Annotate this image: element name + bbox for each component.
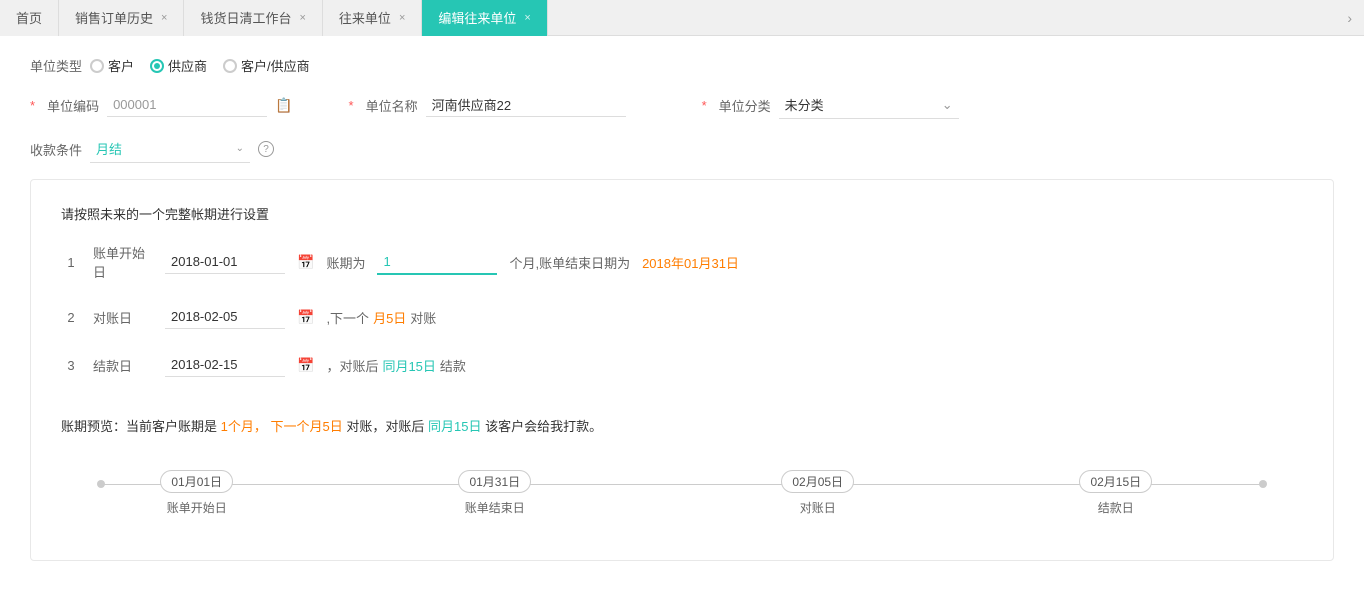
row-2-desc: ,下一个月5日对账 [326, 308, 436, 327]
radio-both-circle [223, 59, 237, 73]
row-2-calendar-icon[interactable]: 📅 [297, 309, 314, 326]
setting-row-3: 3 结款日 📅 ，对账后同月15日结款 [61, 353, 1303, 377]
unit-name-input[interactable] [426, 93, 626, 117]
unit-type-radio-group: 客户 供应商 客户/供应商 [90, 56, 310, 75]
timeline-badge-1: 01月01日 [160, 470, 233, 493]
timeline-point-2: 01月31日 账单结束日 [458, 470, 531, 516]
timeline-label-2: 账单结束日 [465, 499, 525, 516]
unit-code-label: 单位编码 [47, 96, 99, 115]
payment-terms-value: 月结 [96, 139, 230, 158]
unit-code-input[interactable] [107, 93, 267, 117]
unit-category-value: 未分类 [785, 95, 934, 114]
row-3-calendar-icon[interactable]: 📅 [297, 357, 314, 374]
tab-cash-work-label: 钱货日清工作台 [200, 8, 291, 27]
row-3-num: 3 [61, 358, 81, 373]
tab-cash-work-close[interactable]: × [299, 12, 305, 24]
row-2-desc-suffix: 对账 [410, 308, 436, 327]
radio-both-label: 客户/供应商 [241, 56, 310, 75]
row-2-num: 2 [61, 310, 81, 325]
row-3-desc: ，对账后同月15日结款 [326, 356, 466, 375]
category-chevron-icon: ⌄ [942, 97, 953, 113]
preview-label: 账期预览：当前客户账期是 [61, 419, 217, 434]
row-3-desc-highlight: 同月15日 [382, 356, 435, 375]
tab-edit-contacts-label: 编辑往来单位 [438, 8, 516, 27]
tab-edit-contacts[interactable]: 编辑往来单位 × [422, 0, 547, 36]
timeline-label-4: 结款日 [1098, 499, 1134, 516]
row-3-label: 结款日 [93, 356, 153, 375]
radio-customer-circle [90, 59, 104, 73]
preview-end: 该客户会给我打款。 [485, 419, 602, 434]
radio-customer-label: 客户 [108, 56, 134, 75]
timeline-badge-4: 02月15日 [1079, 470, 1152, 493]
row-3-date-input[interactable] [165, 353, 285, 377]
timeline-label-3: 对账日 [800, 499, 836, 516]
row-1-period-label: 账期为 [326, 253, 365, 272]
row-1-end-date: 2018年01月31日 [642, 253, 739, 272]
unit-name-label: 单位名称 [366, 96, 418, 115]
preview-check: 下一个月5日 [271, 419, 343, 434]
preview-mid: 对账，对账后 [346, 419, 424, 434]
row-2-desc-prefix: ,下一个 [326, 308, 369, 327]
radio-supplier-label: 供应商 [168, 56, 207, 75]
name-required: * [349, 98, 354, 113]
timeline-section: 01月01日 账单开始日 01月31日 账单结束日 02月05日 对账日 02月… [61, 446, 1303, 536]
tab-contacts-close[interactable]: × [399, 12, 405, 24]
unit-info-row: * 单位编码 📋 * 单位名称 * 单位分类 未分类 ⌄ [30, 91, 1334, 119]
tab-cash-work[interactable]: 钱货日清工作台 × [184, 0, 322, 36]
unit-type-label: 单位类型 [30, 56, 82, 75]
tab-home-label: 首页 [16, 8, 42, 27]
unit-code-calendar-icon[interactable]: 📋 [275, 97, 292, 114]
payment-terms-row: 收款条件 月结 ⌄ ? [30, 135, 1334, 163]
radio-customer[interactable]: 客户 [90, 56, 134, 75]
timeline-point-1: 01月01日 账单开始日 [160, 470, 233, 516]
unit-category-select[interactable]: 未分类 ⌄ [779, 91, 959, 119]
tab-more-arrow[interactable]: › [1335, 10, 1364, 26]
settings-card: 请按照未来的一个完整帐期进行设置 1 账单开始日 📅 账期为 个月,账单结束日期… [30, 179, 1334, 561]
tab-sales-history-close[interactable]: × [161, 12, 167, 24]
row-1-period-input[interactable] [377, 250, 497, 275]
tab-contacts[interactable]: 往来单位 × [323, 0, 422, 36]
row-2-label: 对账日 [93, 308, 153, 327]
code-required: * [30, 98, 35, 113]
category-required: * [702, 98, 707, 113]
timeline-label-1: 账单开始日 [167, 499, 227, 516]
payment-terms-help-icon[interactable]: ? [258, 141, 274, 157]
tab-sales-history-label: 销售订单历史 [75, 8, 153, 27]
row-3-desc-suffix: 结款 [440, 356, 466, 375]
payment-terms-chevron-icon: ⌄ [236, 143, 244, 154]
setting-row-1: 1 账单开始日 📅 账期为 个月,账单结束日期为 2018年01月31日 [61, 243, 1303, 281]
row-1-date-input[interactable] [165, 250, 285, 274]
timeline-badge-2: 01月31日 [458, 470, 531, 493]
radio-supplier-circle [150, 59, 164, 73]
preview-section: 账期预览：当前客户账期是 1个月， 下一个月5日 对账，对账后 同月15日 该客… [61, 401, 1303, 446]
tab-sales-history[interactable]: 销售订单历史 × [59, 0, 184, 36]
tab-home[interactable]: 首页 [0, 0, 59, 36]
row-3-desc-prefix: ，对账后 [326, 356, 378, 375]
unit-type-row: 单位类型 客户 供应商 客户/供应商 [30, 56, 1334, 75]
tab-contacts-label: 往来单位 [339, 8, 391, 27]
row-2-desc-highlight: 月5日 [373, 308, 406, 327]
timeline-badge-3: 02月05日 [781, 470, 854, 493]
unit-category-label: 单位分类 [719, 96, 771, 115]
radio-supplier[interactable]: 供应商 [150, 56, 207, 75]
settings-card-title: 请按照未来的一个完整帐期进行设置 [61, 204, 1303, 223]
row-1-period-unit: 个月,账单结束日期为 [509, 253, 630, 272]
timeline-point-3: 02月05日 对账日 [781, 470, 854, 516]
payment-terms-label: 收款条件 [30, 140, 82, 159]
row-1-label: 账单开始日 [93, 243, 153, 281]
tab-edit-contacts-close[interactable]: × [524, 12, 530, 24]
timeline-end-dot [1259, 480, 1267, 488]
payment-terms-select[interactable]: 月结 ⌄ [90, 135, 250, 163]
row-1-calendar-icon[interactable]: 📅 [297, 254, 314, 271]
row-1-num: 1 [61, 255, 81, 270]
timeline-start-dot [97, 480, 105, 488]
preview-pay: 同月15日 [428, 419, 481, 434]
tab-bar: 首页 销售订单历史 × 钱货日清工作台 × 往来单位 × 编辑往来单位 × › [0, 0, 1364, 36]
main-content: 单位类型 客户 供应商 客户/供应商 * 单位编码 📋 * 单位名称 * [0, 36, 1364, 608]
radio-both[interactable]: 客户/供应商 [223, 56, 310, 75]
row-2-date-input[interactable] [165, 305, 285, 329]
setting-row-2: 2 对账日 📅 ,下一个月5日对账 [61, 305, 1303, 329]
timeline-point-4: 02月15日 结款日 [1079, 470, 1152, 516]
preview-period: 1个月， [221, 419, 267, 434]
